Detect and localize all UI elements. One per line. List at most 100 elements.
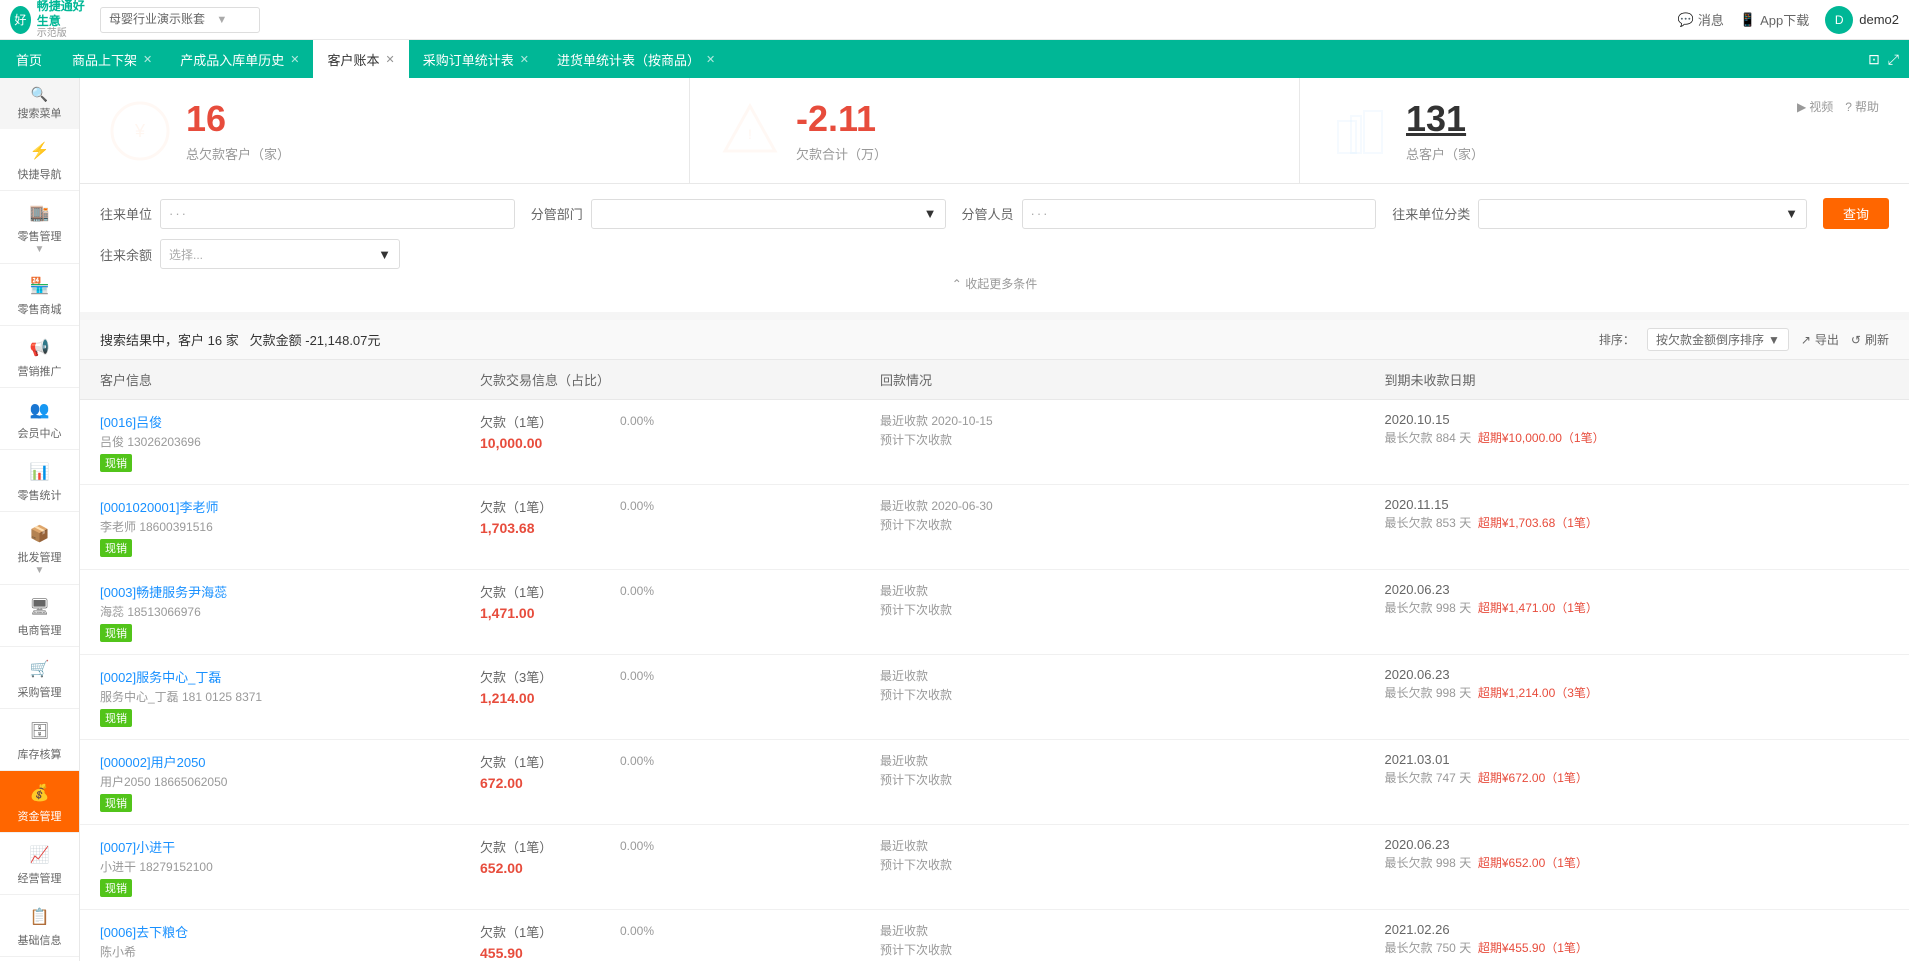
- total-customers-num: 131: [1406, 98, 1781, 140]
- customer-tag-0: 现销: [100, 454, 132, 472]
- business-icon: 📈: [30, 845, 50, 865]
- overdue-link-4[interactable]: 超期¥672.00（1笔）: [1478, 771, 1588, 785]
- sidebar-item-retail-store[interactable]: 🏪 零售商城: [0, 264, 79, 326]
- sort-select[interactable]: 按欠款金额倒序排序 ▼: [1647, 328, 1789, 351]
- sidebar-item-business[interactable]: 📈 经营管理: [0, 833, 79, 895]
- collapse-btn[interactable]: ⌃ 收起更多条件: [100, 269, 1889, 298]
- owe-amount-4[interactable]: 672.00: [480, 775, 600, 791]
- nav-expand-icon[interactable]: ⤢: [1888, 51, 1899, 68]
- export-btn[interactable]: ↗ 导出: [1801, 331, 1839, 348]
- overdue-link-3[interactable]: 超期¥1,214.00（3笔）: [1478, 686, 1598, 700]
- retail-mgmt-icon: 🏬: [30, 203, 50, 223]
- dept-select[interactable]: ▼: [591, 199, 946, 229]
- overdue-link-1[interactable]: 超期¥1,703.68（1笔）: [1478, 516, 1598, 530]
- app-download-btn[interactable]: 📱 App下载: [1740, 10, 1809, 29]
- balance-select[interactable]: 选择... ▼: [160, 239, 400, 269]
- help-btn[interactable]: ? 帮助: [1845, 98, 1879, 115]
- sidebar-item-ecommerce[interactable]: 🖥 电商管理: [0, 585, 79, 647]
- overdue-link-5[interactable]: 超期¥652.00（1笔）: [1478, 856, 1588, 870]
- basic-icon: 📋: [30, 907, 50, 927]
- sidebar-item-batch-mgmt[interactable]: 📦 批发管理 ▼: [0, 512, 79, 585]
- close-production-icon[interactable]: ✕: [290, 53, 299, 66]
- sidebar-item-basic[interactable]: 📋 基础信息: [0, 895, 79, 957]
- customer-name-0[interactable]: [0016]吕俊: [100, 412, 480, 431]
- svg-text:¥: ¥: [134, 121, 146, 141]
- logo-text: 畅捷通好生意: [37, 0, 90, 28]
- overdue-link-6[interactable]: 超期¥455.90（1笔）: [1478, 941, 1588, 955]
- customer-name-2[interactable]: [0003]畅捷服务尹海蕊: [100, 582, 480, 601]
- customer-contact-1: 李老师 18600391516: [100, 518, 480, 535]
- expire-date-2: 2020.06.23: [1385, 582, 1890, 597]
- stat-icon-1: ¥: [110, 101, 170, 161]
- owe-amount-0[interactable]: 10,000.00: [480, 435, 600, 451]
- table-row: [0006]去下粮仓 陈小希 现销 欠款（1笔） 455.90 0.00% 最近…: [80, 910, 1909, 961]
- sidebar-item-retail-mgmt[interactable]: 🏬 零售管理 ▼: [0, 191, 79, 264]
- company-selector[interactable]: 母婴行业演示账套 ▼: [100, 7, 260, 33]
- expire-days-5: 最长欠款 998 天 超期¥652.00（1笔）: [1385, 854, 1890, 871]
- category-arrow-icon: ▼: [1785, 206, 1798, 221]
- overdue-link-2[interactable]: 超期¥1,471.00（1笔）: [1478, 601, 1598, 615]
- inventory-icon: 🗄: [29, 721, 49, 741]
- content-area: ¥ 16 总欠款客户（家） ! -2.11 欠款合计（: [80, 78, 1909, 961]
- quick-nav-icon: ⚡: [30, 141, 50, 161]
- person-input[interactable]: ···: [1022, 199, 1377, 229]
- sidebar-item-purchase[interactable]: 🛒 采购管理: [0, 647, 79, 709]
- customer-name-5[interactable]: [0007]小进干: [100, 837, 480, 856]
- tab-home[interactable]: 首页: [0, 40, 58, 78]
- customer-cell-2: [0003]畅捷服务尹海蕊 海蕊 18513066976 现销: [100, 582, 480, 642]
- customer-cell-3: [0002]服务中心_丁磊 服务中心_丁磊 181 0125 8371 现销: [100, 667, 480, 727]
- last-collect-4: 最近收款: [880, 752, 1385, 769]
- refresh-btn[interactable]: ↺ 刷新: [1851, 331, 1889, 348]
- sidebar-item-finance[interactable]: 💰 资金管理: [0, 771, 79, 833]
- close-customer-icon[interactable]: ✕: [386, 53, 395, 66]
- tab-production[interactable]: 产成品入库单历史 ✕: [166, 40, 313, 78]
- close-purchase-icon[interactable]: ✕: [520, 53, 529, 66]
- tab-products[interactable]: 商品上下架 ✕: [58, 40, 166, 78]
- expire-cell-4: 2021.03.01 最长欠款 747 天 超期¥672.00（1笔）: [1385, 752, 1890, 786]
- sidebar-item-retail-stats[interactable]: 📊 零售统计: [0, 450, 79, 512]
- filter-supplier: 往来单位 ···: [100, 199, 515, 229]
- expire-days-0: 最长欠款 884 天 超期¥10,000.00（1笔）: [1385, 429, 1890, 446]
- category-select[interactable]: ▼: [1478, 199, 1807, 229]
- customer-name-6[interactable]: [0006]去下粮仓: [100, 922, 480, 941]
- customer-name-4[interactable]: [000002]用户2050: [100, 752, 480, 771]
- tab-customer-account[interactable]: 客户账本 ✕: [313, 40, 408, 78]
- close-products-icon[interactable]: ✕: [143, 53, 152, 66]
- tab-purchase-stats[interactable]: 进货单统计表（按商品） ✕: [543, 40, 729, 78]
- return-cell-3: 最近收款 预计下次收款: [880, 667, 1385, 703]
- filter-row-2: 往来余额 选择... ▼: [100, 239, 1889, 269]
- customer-cell-0: [0016]吕俊 吕俊 13026203696 现销: [100, 412, 480, 472]
- owe-amount-6[interactable]: 455.90: [480, 945, 600, 961]
- expire-days-4: 最长欠款 747 天 超期¥672.00（1笔）: [1385, 769, 1890, 786]
- sidebar-item-quick-nav[interactable]: ⚡ 快捷导航: [0, 129, 79, 191]
- owe-amount-1[interactable]: 1,703.68: [480, 520, 600, 536]
- table-row: [0007]小进干 小进干 18279152100 现销 欠款（1笔） 652.…: [80, 825, 1909, 910]
- expire-date-1: 2020.11.15: [1385, 497, 1890, 512]
- customer-cell-6: [0006]去下粮仓 陈小希 现销: [100, 922, 480, 961]
- customer-name-1[interactable]: [0001020001]李老师: [100, 497, 480, 516]
- video-btn[interactable]: ▶ 视频: [1797, 98, 1833, 115]
- supplier-input[interactable]: ···: [160, 199, 515, 229]
- search-button[interactable]: 查询: [1823, 198, 1889, 229]
- filter-person: 分管人员 ···: [962, 199, 1377, 229]
- nav-restore-icon[interactable]: ⊡: [1868, 51, 1880, 68]
- sidebar-item-system[interactable]: ⚙ 系统管理: [0, 957, 79, 961]
- owe-count-4: 欠款（1笔）: [480, 752, 600, 771]
- tab-purchase-order[interactable]: 采购订单统计表 ✕: [409, 40, 543, 78]
- owe-amount-3[interactable]: 1,214.00: [480, 690, 600, 706]
- search-menu-btn[interactable]: 🔍 搜索菜单: [0, 78, 79, 129]
- messages-btn[interactable]: 💬 消息: [1678, 10, 1724, 29]
- sidebar-item-member[interactable]: 👥 会员中心: [0, 388, 79, 450]
- company-name[interactable]: 母婴行业演示账套 ▼: [100, 7, 260, 33]
- owe-amount-5[interactable]: 652.00: [480, 860, 600, 876]
- close-stats-icon[interactable]: ✕: [706, 53, 715, 66]
- owe-amount-2[interactable]: 1,471.00: [480, 605, 600, 621]
- sidebar-item-marketing[interactable]: 📢 营销推广: [0, 326, 79, 388]
- user-menu[interactable]: D demo2: [1825, 6, 1899, 34]
- customer-name-3[interactable]: [0002]服务中心_丁磊: [100, 667, 480, 686]
- overdue-link-0[interactable]: 超期¥10,000.00（1笔）: [1478, 431, 1605, 445]
- expire-days-6: 最长欠款 750 天 超期¥455.90（1笔）: [1385, 939, 1890, 956]
- customer-tag-2: 现销: [100, 624, 132, 642]
- owe-cell-1: 欠款（1笔） 1,703.68 0.00%: [480, 497, 880, 536]
- sidebar-item-inventory[interactable]: 🗄 库存核算: [0, 709, 79, 771]
